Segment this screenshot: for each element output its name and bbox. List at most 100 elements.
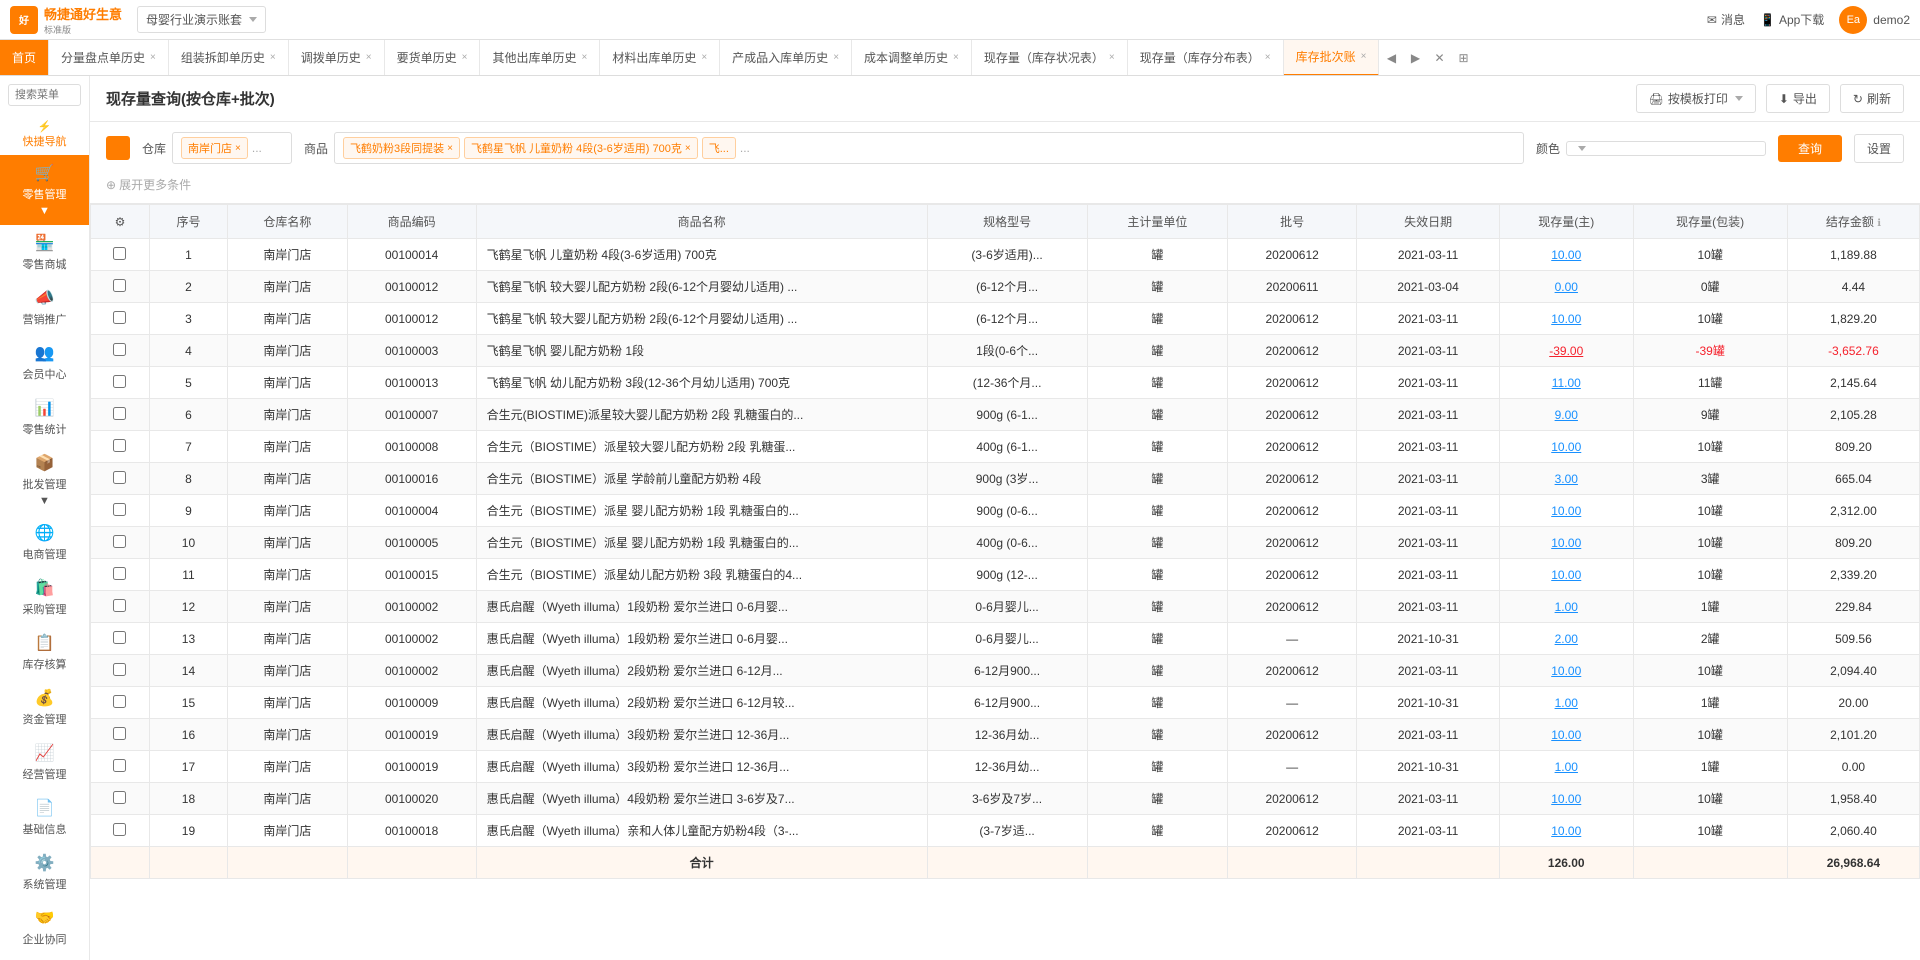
td-checkbox[interactable]: [91, 815, 150, 847]
td-stock-main[interactable]: 10.00: [1500, 783, 1634, 815]
td-checkbox[interactable]: [91, 591, 150, 623]
search-input[interactable]: [8, 84, 81, 106]
td-checkbox[interactable]: [91, 367, 150, 399]
td-checkbox[interactable]: [91, 303, 150, 335]
td-checkbox[interactable]: [91, 399, 150, 431]
sidebar-item-enterprise[interactable]: 🤝 企业协同: [0, 900, 89, 955]
td-checkbox[interactable]: [91, 719, 150, 751]
tab-close-icon[interactable]: ×: [581, 52, 587, 63]
print-button[interactable]: 🖨 按模板打印: [1636, 84, 1756, 113]
td-stock-main[interactable]: 11.00: [1500, 367, 1634, 399]
td-stock-main[interactable]: -39.00: [1500, 335, 1634, 367]
tab-close-icon[interactable]: ×: [462, 52, 468, 63]
expand-conditions-btn[interactable]: ⊕ 展开更多条件: [106, 170, 1904, 193]
tab-product-in[interactable]: 产成品入库单历史 ×: [720, 40, 852, 76]
th-settings[interactable]: ⚙: [91, 205, 150, 239]
td-stock-main[interactable]: 10.00: [1500, 495, 1634, 527]
refresh-button[interactable]: ↻ 刷新: [1840, 84, 1904, 113]
tab-other-out[interactable]: 其他出库单历史 ×: [480, 40, 600, 76]
tab-batch-ledger[interactable]: 库存批次账 ×: [1284, 40, 1380, 76]
product-input[interactable]: 飞鹤奶粉3段同提装 × 飞鹤星飞帆 儿童奶粉 4段(3-6岁适用) 700克 ×…: [334, 132, 1524, 164]
td-stock-main[interactable]: 3.00: [1500, 463, 1634, 495]
tab-close-icon[interactable]: ×: [270, 52, 276, 63]
sidebar-item-guide[interactable]: 🎯 新手引导: [0, 955, 89, 960]
tab-cost-adjust[interactable]: 成本调整单历史 ×: [852, 40, 972, 76]
settings-button[interactable]: 设置: [1854, 134, 1904, 163]
sidebar-item-system[interactable]: ⚙️ 系统管理: [0, 845, 89, 900]
td-checkbox[interactable]: [91, 623, 150, 655]
td-checkbox[interactable]: [91, 335, 150, 367]
td-checkbox[interactable]: [91, 783, 150, 815]
export-button[interactable]: ⬇ 导出: [1766, 84, 1830, 113]
industry-selector[interactable]: 母婴行业演示账套: [137, 6, 266, 33]
td-checkbox[interactable]: [91, 655, 150, 687]
sidebar-item-retail-store[interactable]: 🏪 零售商城: [0, 225, 89, 280]
tab-home[interactable]: 首页: [0, 40, 49, 76]
sidebar-item-retail-stats[interactable]: 📊 零售统计: [0, 390, 89, 445]
td-stock-main[interactable]: 9.00: [1500, 399, 1634, 431]
tab-inventory-distribution[interactable]: 现存量（库存分布表） ×: [1128, 40, 1284, 76]
td-checkbox[interactable]: [91, 495, 150, 527]
app-download-btn[interactable]: 📱 App下载: [1760, 11, 1824, 28]
td-checkbox[interactable]: [91, 527, 150, 559]
warehouse-input[interactable]: 南岸门店 × ...: [172, 132, 292, 164]
sidebar-item-finance[interactable]: 💰 资金管理: [0, 680, 89, 735]
warehouse-tag-remove[interactable]: ×: [235, 143, 241, 154]
td-stock-main[interactable]: 2.00: [1500, 623, 1634, 655]
td-stock-main[interactable]: 1.00: [1500, 751, 1634, 783]
tab-close-icon[interactable]: ×: [1265, 52, 1271, 63]
td-stock-main[interactable]: 10.00: [1500, 719, 1634, 751]
color-input[interactable]: [1566, 141, 1766, 156]
sidebar-item-member[interactable]: 👥 会员中心: [0, 335, 89, 390]
message-btn[interactable]: ✉ 消息: [1707, 11, 1745, 28]
tab-transfer[interactable]: 调拨单历史 ×: [289, 40, 385, 76]
td-stock-main[interactable]: 10.00: [1500, 559, 1634, 591]
tab-close-icon[interactable]: ×: [953, 52, 959, 63]
settings-icon[interactable]: ⚙: [115, 215, 126, 229]
td-stock-main[interactable]: 1.00: [1500, 687, 1634, 719]
sidebar-item-ecommerce[interactable]: 🌐 电商管理: [0, 515, 89, 570]
tab-inventory-status[interactable]: 现存量（库存状况表） ×: [972, 40, 1128, 76]
tab-close-icon[interactable]: ×: [833, 52, 839, 63]
product-tag-2-remove[interactable]: ×: [685, 143, 691, 154]
td-checkbox[interactable]: [91, 463, 150, 495]
td-stock-main[interactable]: 10.00: [1500, 655, 1634, 687]
td-checkbox[interactable]: [91, 271, 150, 303]
tab-close-icon[interactable]: ×: [1109, 52, 1115, 63]
td-stock-main[interactable]: 10.00: [1500, 431, 1634, 463]
sidebar-item-inventory[interactable]: 📋 库存核算: [0, 625, 89, 680]
td-stock-main[interactable]: 10.00: [1500, 815, 1634, 847]
td-checkbox[interactable]: [91, 431, 150, 463]
tab-combo[interactable]: 组装拆卸单历史 ×: [169, 40, 289, 76]
filter-toggle-btn[interactable]: [106, 136, 130, 160]
tab-close-icon[interactable]: ×: [366, 52, 372, 63]
tab-close-icon[interactable]: ×: [701, 52, 707, 63]
tab-close-all[interactable]: ✕: [1427, 40, 1451, 76]
tab-close-icon[interactable]: ×: [150, 52, 156, 63]
sidebar-item-marketing[interactable]: 📣 营销推广: [0, 280, 89, 335]
balance-info-icon[interactable]: ℹ: [1877, 218, 1881, 229]
tab-close-icon[interactable]: ×: [1361, 51, 1367, 62]
sidebar-item-ops[interactable]: 📈 经营管理: [0, 735, 89, 790]
tab-nav-next[interactable]: ▶: [1403, 40, 1427, 76]
sidebar-item-retail-mgmt[interactable]: 🛒 零售管理 ▼: [0, 155, 89, 225]
td-stock-main[interactable]: 10.00: [1500, 303, 1634, 335]
sidebar-item-wholesale[interactable]: 📦 批发管理 ▼: [0, 445, 89, 515]
td-stock-main[interactable]: 1.00: [1500, 591, 1634, 623]
td-checkbox[interactable]: [91, 239, 150, 271]
td-stock-main[interactable]: 10.00: [1500, 239, 1634, 271]
tab-material-out[interactable]: 材料出库单历史 ×: [600, 40, 720, 76]
quick-nav[interactable]: ⚡ 快捷导航: [0, 114, 89, 155]
tab-request[interactable]: 要货单历史 ×: [385, 40, 481, 76]
td-checkbox[interactable]: [91, 751, 150, 783]
tab-nav-prev[interactable]: ◀: [1379, 40, 1403, 76]
product-tag-1-remove[interactable]: ×: [447, 143, 453, 154]
tab-split-inventory[interactable]: 分量盘点单历史 ×: [49, 40, 169, 76]
sidebar-item-purchase[interactable]: 🛍️ 采购管理: [0, 570, 89, 625]
tab-menu[interactable]: ⊞: [1451, 40, 1475, 76]
td-stock-main[interactable]: 0.00: [1500, 271, 1634, 303]
td-checkbox[interactable]: [91, 687, 150, 719]
search-button[interactable]: 查询: [1778, 135, 1842, 162]
sidebar-item-basic-info[interactable]: 📄 基础信息: [0, 790, 89, 845]
td-checkbox[interactable]: [91, 559, 150, 591]
